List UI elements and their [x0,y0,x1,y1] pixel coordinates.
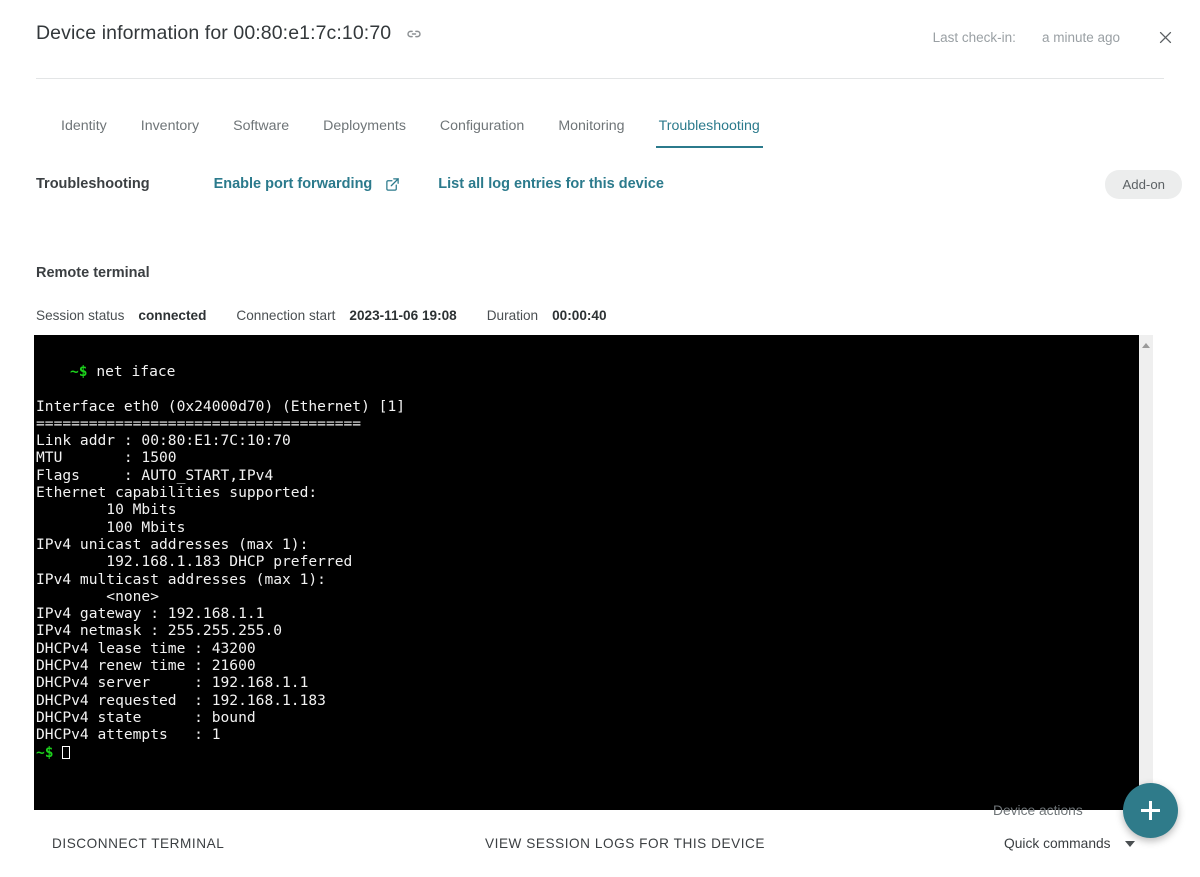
last-checkin-value: a minute ago [1041,29,1120,45]
add-button[interactable] [1123,783,1178,838]
device-actions-label: Device actions [993,803,1083,818]
header-title-group: Device information for 00:80:e1:7c:10:70 [36,22,423,45]
tab-deployments[interactable]: Deployments [306,112,423,148]
external-link-icon [385,177,400,192]
list-log-entries-link[interactable]: List all log entries for this device [438,176,664,192]
terminal-text: ~$ net iface Interface eth0 (0x24000d70)… [36,363,406,761]
connection-start-label: Connection start [236,308,336,323]
device-information-dialog: Device information for 00:80:e1:7c:10:70… [0,0,1200,877]
disconnect-terminal-button[interactable]: DISCONNECT TERMINAL [52,836,224,851]
addon-badge[interactable]: Add-on [1105,170,1182,199]
troubleshooting-toolbar: Troubleshooting Enable port forwarding L… [36,176,664,192]
tab-identity[interactable]: Identity [44,112,124,148]
plus-icon-vertical [1149,801,1152,820]
duration-value: 00:00:40 [552,308,607,323]
footer-actions: DISCONNECT TERMINAL VIEW SESSION LOGS FO… [0,826,1200,877]
tab-bar: Identity Inventory Software Deployments … [44,112,777,148]
enable-port-forwarding-link[interactable]: Enable port forwarding [214,176,401,192]
dialog-header: Device information for 00:80:e1:7c:10:70… [0,0,1200,74]
terminal-output[interactable]: ~$ net iface Interface eth0 (0x24000d70)… [34,335,1139,810]
remote-terminal-title: Remote terminal [36,265,150,281]
view-session-logs-button[interactable]: VIEW SESSION LOGS FOR THIS DEVICE [485,836,765,851]
last-checkin-label: Last check-in: [932,29,1016,45]
chevron-down-icon [1124,840,1135,847]
tab-troubleshooting[interactable]: Troubleshooting [642,112,777,148]
session-status-label: Session status [36,308,125,323]
connection-start-value: 2023-11-06 19:08 [349,308,457,323]
close-icon[interactable] [1152,24,1178,50]
quick-commands-dropdown[interactable]: Quick commands [1004,836,1135,851]
tab-inventory[interactable]: Inventory [124,112,216,148]
duration-label: Duration [486,308,539,323]
tab-monitoring[interactable]: Monitoring [541,112,641,148]
terminal-scrollbar[interactable] [1139,335,1153,810]
quick-commands-label: Quick commands [1004,836,1111,851]
header-divider [36,78,1164,79]
scroll-up-arrow-icon[interactable] [1139,338,1153,352]
session-status-value: connected [138,308,207,323]
terminal-panel[interactable]: ~$ net iface Interface eth0 (0x24000d70)… [34,335,1153,810]
header-right-group: Last check-in: a minute ago [933,24,1178,50]
enable-port-forwarding-label: Enable port forwarding [213,176,373,192]
tab-configuration[interactable]: Configuration [423,112,541,148]
tab-software[interactable]: Software [216,112,306,148]
page-title: Device information for 00:80:e1:7c:10:70 [36,22,392,44]
session-info-row: Session status connected Connection star… [36,308,607,323]
section-heading: Troubleshooting [36,176,150,192]
link-icon[interactable] [405,25,423,43]
